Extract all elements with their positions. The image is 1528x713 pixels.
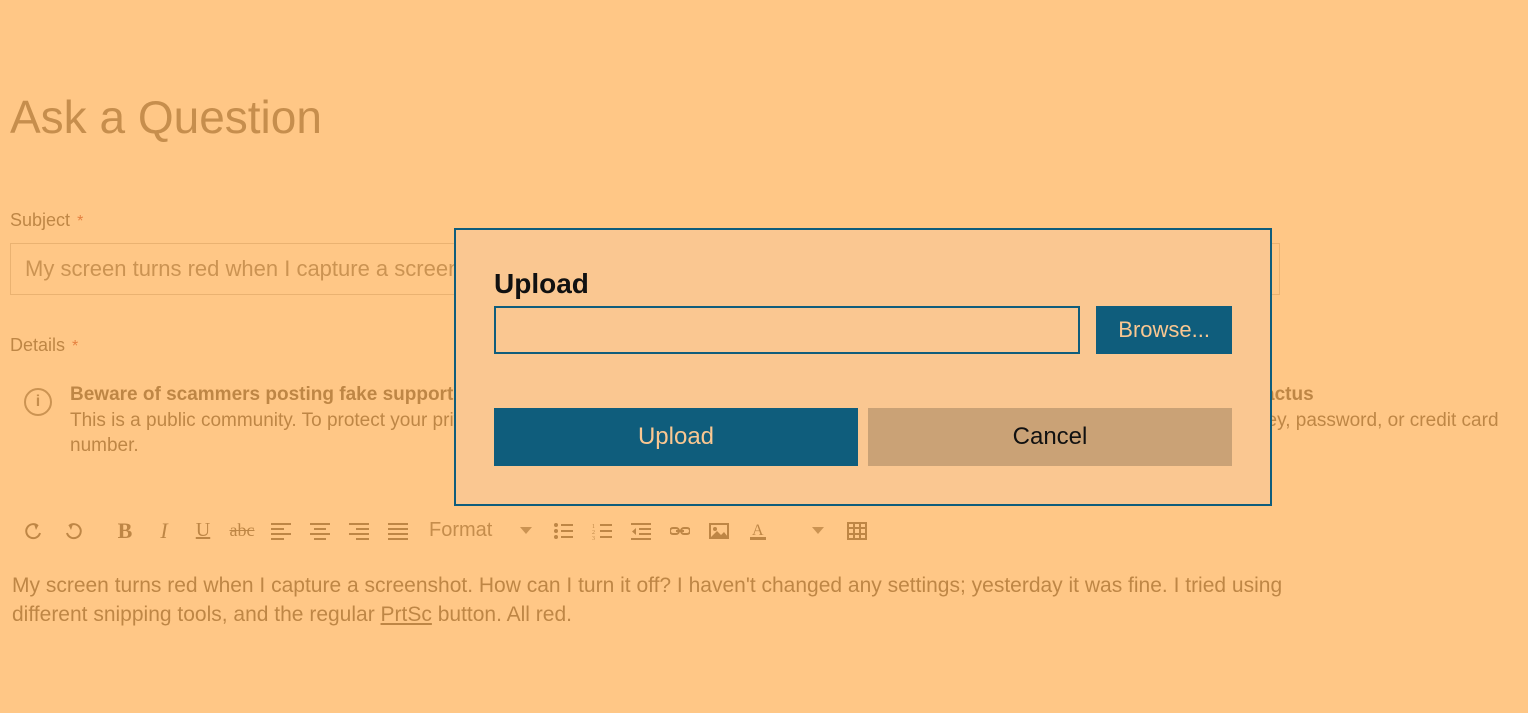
upload-button[interactable]: Upload xyxy=(494,408,858,466)
dialog-title: Upload xyxy=(494,268,1232,300)
browse-button[interactable]: Browse... xyxy=(1096,306,1232,354)
cancel-button[interactable]: Cancel xyxy=(868,408,1232,466)
upload-dialog: Upload Browse... Upload Cancel xyxy=(454,228,1272,506)
file-path-input[interactable] xyxy=(494,306,1080,354)
upload-row: Browse... xyxy=(494,306,1232,354)
dialog-actions: Upload Cancel xyxy=(494,408,1232,466)
